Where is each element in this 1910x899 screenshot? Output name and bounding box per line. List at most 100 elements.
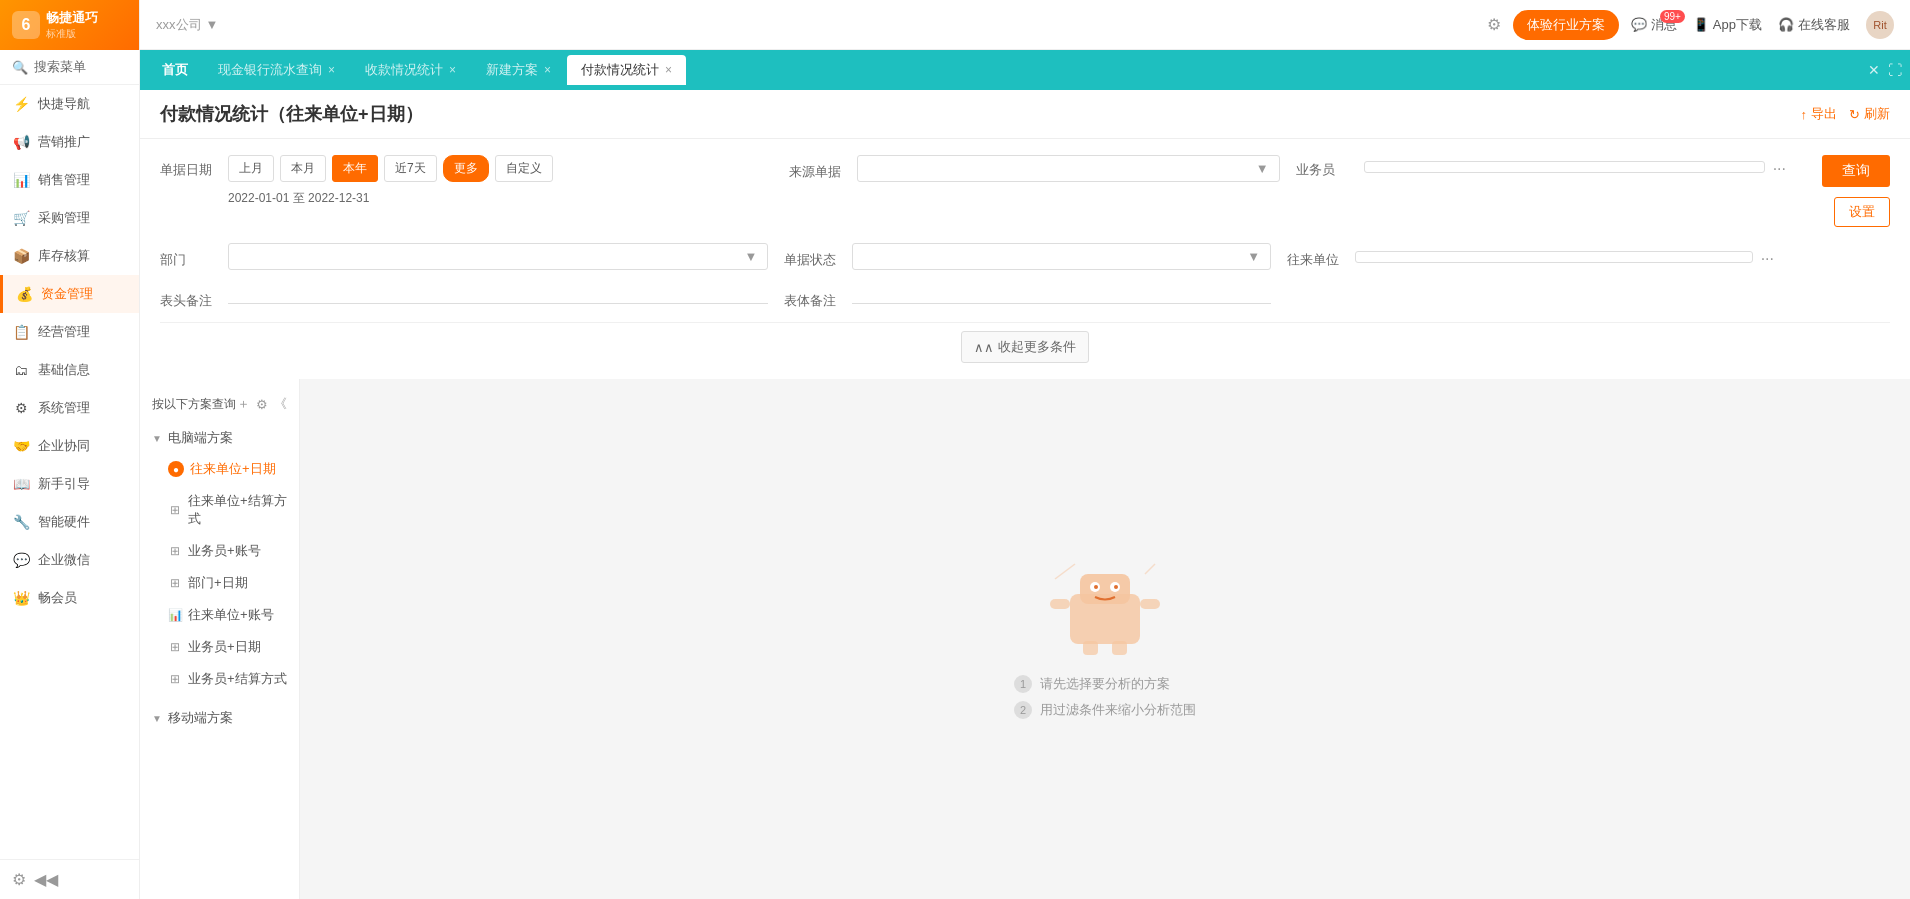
scheme-item-0-2[interactable]: ⊞业务员+账号 bbox=[140, 535, 299, 567]
sidebar-item-purchase[interactable]: 🛒采购管理 bbox=[0, 199, 139, 237]
scheme-item-0-6[interactable]: ⊞业务员+结算方式 bbox=[140, 663, 299, 695]
salesperson-more-icon[interactable]: ··· bbox=[1773, 156, 1786, 178]
counterparty-input[interactable] bbox=[1355, 251, 1752, 263]
tab-receipt-stats[interactable]: 收款情况统计× bbox=[351, 55, 470, 85]
scheme-groups: ▼电脑端方案●往来单位+日期⊞往来单位+结算方式⊞业务员+账号⊞部门+日期📊往来… bbox=[140, 419, 299, 737]
wechat-icon: 💬 bbox=[12, 551, 30, 569]
tab-close-receipt-stats[interactable]: × bbox=[449, 63, 456, 77]
dept-select[interactable]: ▼ bbox=[228, 243, 768, 270]
collapse-icon: ∧∧ bbox=[974, 340, 994, 355]
finance-icon: 💰 bbox=[15, 285, 33, 303]
dept-filter-label: 部门 bbox=[160, 245, 220, 269]
date-option-3[interactable]: 近7天 bbox=[384, 155, 437, 182]
voucher-status-select[interactable]: ▼ bbox=[852, 243, 1271, 270]
header-settings-icon[interactable]: ⚙ bbox=[1487, 15, 1501, 34]
collapse-conditions-btn[interactable]: ∧∧ 收起更多条件 bbox=[961, 331, 1089, 363]
guide-icon: 📖 bbox=[12, 475, 30, 493]
app-download-btn[interactable]: 📱 App下载 bbox=[1693, 16, 1762, 34]
sidebar: 6 畅捷通巧 标准版 🔍 搜索菜单 ⚡快捷导航📢营销推广📊销售管理🛒采购管理📦库… bbox=[0, 0, 140, 899]
date-option-5[interactable]: 自定义 bbox=[495, 155, 553, 182]
scheme-item-0-3[interactable]: ⊞部门+日期 bbox=[140, 567, 299, 599]
salesperson-input[interactable] bbox=[1364, 161, 1765, 173]
sidebar-nav: ⚡快捷导航📢营销推广📊销售管理🛒采购管理📦库存核算💰资金管理📋经营管理🗂基础信息… bbox=[0, 85, 139, 617]
empty-tip-2: 2 用过滤条件来缩小分析范围 bbox=[1014, 701, 1196, 719]
filter-row-3: 表头备注 表体备注 bbox=[160, 286, 1890, 310]
scheme-group-header-0[interactable]: ▼电脑端方案 bbox=[140, 423, 299, 453]
counterparty-filter-group: 往来单位 ··· bbox=[1287, 245, 1774, 269]
sidebar-item-enterprise[interactable]: 🤝企业协同 bbox=[0, 427, 139, 465]
scheme-settings-icon[interactable]: ⚙ bbox=[256, 397, 268, 412]
logo-icon: 6 bbox=[12, 11, 40, 39]
sidebar-item-finance[interactable]: 💰资金管理 bbox=[0, 275, 139, 313]
scheme-grid-icon: ⊞ bbox=[168, 544, 182, 558]
voucher-status-dropdown-icon: ▼ bbox=[1247, 249, 1260, 264]
tab-payment-stats[interactable]: 付款情况统计× bbox=[567, 55, 686, 85]
page-title: 付款情况统计（往来单位+日期） bbox=[160, 102, 423, 126]
logo-text: 畅捷通巧 标准版 bbox=[46, 9, 98, 41]
date-option-1[interactable]: 本月 bbox=[280, 155, 326, 182]
tab-close-new-plan[interactable]: × bbox=[544, 63, 551, 77]
query-btn[interactable]: 查询 bbox=[1822, 155, 1890, 187]
body-remark-input[interactable] bbox=[852, 293, 1271, 304]
refresh-btn[interactable]: ↻ 刷新 bbox=[1849, 105, 1890, 123]
scheme-item-0-1[interactable]: ⊞往来单位+结算方式 bbox=[140, 485, 299, 535]
tab-close-bank-flow[interactable]: × bbox=[328, 63, 335, 77]
export-btn[interactable]: ↑ 导出 bbox=[1801, 105, 1838, 123]
source-filter-label: 来源单据 bbox=[789, 157, 849, 181]
company-name: xxx公司 bbox=[156, 16, 202, 34]
date-option-4[interactable]: 更多 bbox=[443, 155, 489, 182]
scheme-group-arrow-1: ▼ bbox=[152, 713, 162, 724]
add-scheme-icon[interactable]: ＋ bbox=[237, 395, 250, 413]
maximize-window-icon[interactable]: ⛶ bbox=[1888, 62, 1902, 78]
counterparty-filter-label: 往来单位 bbox=[1287, 245, 1347, 269]
counterparty-more-icon[interactable]: ··· bbox=[1761, 246, 1774, 268]
notifications-btn[interactable]: 💬 消息 99+ bbox=[1631, 16, 1677, 34]
tab-close-payment-stats[interactable]: × bbox=[665, 63, 672, 77]
user-avatar[interactable]: Rit bbox=[1866, 11, 1894, 39]
svg-line-10 bbox=[1055, 564, 1075, 579]
dept-filter-group: 部门 ▼ bbox=[160, 243, 768, 270]
empty-state: 1 请先选择要分析的方案 2 用过滤条件来缩小分析范围 bbox=[1014, 559, 1196, 719]
sidebar-item-sales[interactable]: 📊销售管理 bbox=[0, 161, 139, 199]
date-option-0[interactable]: 上月 bbox=[228, 155, 274, 182]
tab-bank-flow[interactable]: 现金银行流水查询× bbox=[204, 55, 349, 85]
sidebar-item-operations[interactable]: 📋经营管理 bbox=[0, 313, 139, 351]
main-area: xxx公司 ▼ ⚙ 体验行业方案 💬 消息 99+ 📱 App下载 🎧 在线客服… bbox=[140, 0, 1910, 899]
scheme-panel: 按以下方案查询 ＋ ⚙ 《 ▼电脑端方案●往来单位+日期⊞往来单位+结算方式⊞业… bbox=[140, 379, 300, 899]
date-options: 上月本月本年近7天更多自定义 bbox=[228, 155, 553, 182]
svg-rect-7 bbox=[1140, 599, 1160, 609]
online-service-btn[interactable]: 🎧 在线客服 bbox=[1778, 16, 1850, 34]
trial-btn[interactable]: 体验行业方案 bbox=[1513, 10, 1619, 40]
sidebar-item-system[interactable]: ⚙系统管理 bbox=[0, 389, 139, 427]
sidebar-item-member[interactable]: 👑畅会员 bbox=[0, 579, 139, 617]
scheme-panel-actions: ＋ ⚙ 《 bbox=[237, 395, 287, 413]
settings-icon[interactable]: ⚙ bbox=[12, 870, 26, 889]
header-remark-input[interactable] bbox=[228, 293, 768, 304]
source-select[interactable]: ▼ bbox=[857, 155, 1279, 182]
scheme-chart-icon: 📊 bbox=[168, 608, 182, 622]
member-icon: 👑 bbox=[12, 589, 30, 607]
sidebar-item-hardware[interactable]: 🔧智能硬件 bbox=[0, 503, 139, 541]
breadcrumb-dropdown-icon[interactable]: ▼ bbox=[206, 17, 219, 32]
scheme-item-0-5[interactable]: ⊞业务员+日期 bbox=[140, 631, 299, 663]
sidebar-item-basic-info[interactable]: 🗂基础信息 bbox=[0, 351, 139, 389]
collapse-sidebar-icon[interactable]: ◀◀ bbox=[34, 870, 58, 889]
filter-settings-btn[interactable]: 设置 bbox=[1834, 197, 1890, 227]
scheme-group-header-1[interactable]: ▼移动端方案 bbox=[140, 703, 299, 733]
scheme-collapse-icon[interactable]: 《 bbox=[274, 395, 287, 413]
scheme-item-0-0[interactable]: ●往来单位+日期 bbox=[140, 453, 299, 485]
sidebar-item-marketing[interactable]: 📢营销推广 bbox=[0, 123, 139, 161]
close-window-icon[interactable]: ✕ bbox=[1868, 62, 1880, 78]
search-menu[interactable]: 🔍 搜索菜单 bbox=[0, 50, 139, 85]
content-area: 付款情况统计（往来单位+日期） ↑ 导出 ↻ 刷新 单据日期 bbox=[140, 90, 1910, 899]
sidebar-item-inventory[interactable]: 📦库存核算 bbox=[0, 237, 139, 275]
tab-new-plan[interactable]: 新建方案× bbox=[472, 55, 565, 85]
sidebar-item-guide[interactable]: 📖新手引导 bbox=[0, 465, 139, 503]
sidebar-item-quick-nav[interactable]: ⚡快捷导航 bbox=[0, 85, 139, 123]
tab-home[interactable]: 首页 bbox=[148, 55, 202, 85]
refresh-icon: ↻ bbox=[1849, 107, 1860, 122]
date-option-2[interactable]: 本年 bbox=[332, 155, 378, 182]
breadcrumb: xxx公司 ▼ bbox=[156, 16, 1475, 34]
sidebar-item-wechat[interactable]: 💬企业微信 bbox=[0, 541, 139, 579]
scheme-item-0-4[interactable]: 📊往来单位+账号 bbox=[140, 599, 299, 631]
